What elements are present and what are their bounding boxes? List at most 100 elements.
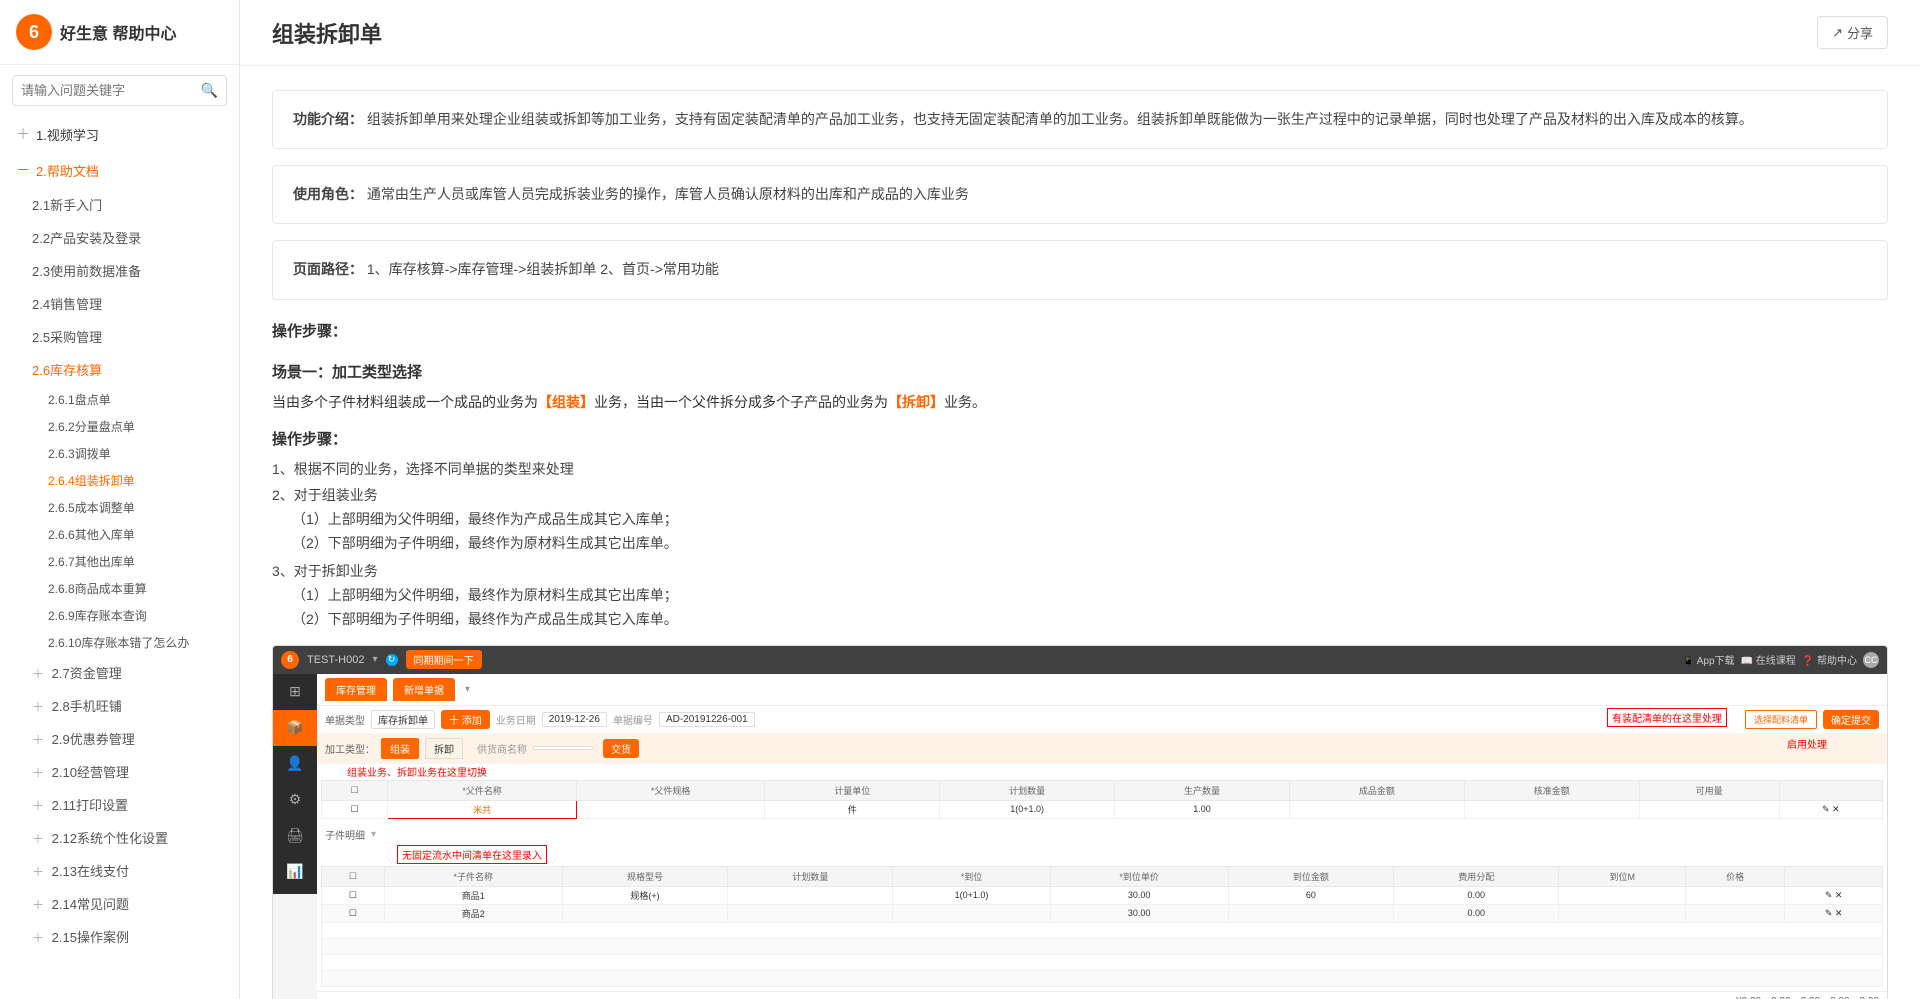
- sidebar-item-2-3[interactable]: 2.3使用前数据准备: [0, 254, 239, 287]
- mock-type-disassemble[interactable]: 拆卸: [425, 738, 463, 759]
- mock-parent-row1-unit: 件: [765, 800, 940, 818]
- mock-logo: 6: [281, 651, 299, 669]
- sidebar-item-2-6-9[interactable]: 2.6.9库存账本查询: [0, 602, 239, 629]
- mock-child-row-3: [322, 922, 1883, 938]
- mock-sidebar: ⊞ 📦 👤 ⚙ 🖨 📊: [273, 674, 317, 894]
- sidebar-item-1[interactable]: ＋ 1.视频学习: [0, 116, 239, 152]
- intro-label-1: 功能介绍：: [293, 111, 363, 127]
- mock-type-assemble[interactable]: 组装: [381, 738, 419, 759]
- sidebar-item-2-4[interactable]: 2.4销售管理: [0, 287, 239, 320]
- mock-parent-col-prod-amt: 成品金额: [1289, 780, 1464, 800]
- sidebar-item-2-9[interactable]: ＋ 2.9优惠券管理: [0, 722, 239, 755]
- mock-child-row-4: [322, 938, 1883, 954]
- sidebar-item-2-6-6[interactable]: 2.6.6其他入库单: [0, 521, 239, 548]
- mock-doctype-value[interactable]: 库存拆卸单: [371, 710, 435, 729]
- mock-icon-app: 📱 App下载: [1682, 652, 1734, 668]
- mock-process-btn[interactable]: 选择配料清单: [1745, 710, 1817, 729]
- mock-parent-col-avail: 可用量: [1639, 780, 1779, 800]
- mock-topbar: 6 TEST-H002 ▾ ↻ 同期期间一下 📱 App下载 📖 在线课程 ❓ …: [273, 646, 1887, 674]
- search-bar[interactable]: 🔍: [12, 75, 227, 106]
- content-area: 功能介绍： 组装拆卸单用来处理企业组装或拆卸等加工业务，支持有固定装配清单的产品…: [240, 66, 1920, 999]
- sidebar-item-label-1: 1.视频学习: [36, 125, 99, 144]
- sidebar-item-2-12[interactable]: ＋ 2.12系统个性化设置: [0, 821, 239, 854]
- sidebar-item-2-14[interactable]: ＋ 2.14常见问题: [0, 887, 239, 920]
- sidebar-item-2-13[interactable]: ＋ 2.13在线支付: [0, 854, 239, 887]
- mock-parent-col-action: [1779, 780, 1882, 800]
- mock-child-col-plan: 计划数量: [728, 866, 893, 886]
- scenario-desc: 当由多个子件材料组装成一个成品的业务为【组装】业务，当由一个父件拆分成多个子产品…: [272, 392, 1888, 412]
- sidebar-item-2-11[interactable]: ＋ 2.11打印设置: [0, 788, 239, 821]
- intro-block-3: 页面路径： 1、库存核算->库存管理->组装拆卸单 2、首页->常用功能: [272, 240, 1888, 299]
- annotation-available: 启用处理: [1787, 736, 1827, 751]
- mock-child-row-5: [322, 954, 1883, 970]
- mock-tab-inventory[interactable]: 库存管理: [325, 678, 387, 701]
- sidebar-item-2-5[interactable]: 2.5采购管理: [0, 320, 239, 353]
- disassemble-step-2: （2）下部明细为子件明细，最终作为产成品生成其它入库单。: [292, 609, 1888, 629]
- sidebar-item-2-10[interactable]: ＋ 2.10经营管理: [0, 755, 239, 788]
- sidebar-item-2-6-3[interactable]: 2.6.3调拨单: [0, 440, 239, 467]
- sidebar-item-2-6-10[interactable]: 2.6.10库存账本错了怎么办: [0, 629, 239, 656]
- mock-sidebar-icon-inventory: 📦: [273, 710, 317, 746]
- mock-stock-value[interactable]: [533, 746, 593, 750]
- mock-parent-row1-check[interactable]: ☐: [322, 800, 388, 818]
- sidebar-item-2-6-2[interactable]: 2.6.2分量盘点单: [0, 413, 239, 440]
- mock-add-btn[interactable]: 十 添加: [441, 710, 490, 729]
- nav-section: ＋ 1.视频学习 － 2.帮助文档 2.1新手入门 2.2产品安装及登录 2.3…: [0, 116, 239, 961]
- sidebar-item-2-6-5[interactable]: 2.6.5成本调整单: [0, 494, 239, 521]
- operation-title: 操作步骤：: [272, 320, 1888, 341]
- sidebar-item-2-15[interactable]: ＋ 2.15操作案例: [0, 920, 239, 953]
- expand-icon-2-8: ＋: [32, 700, 44, 714]
- mock-docno-label: 单据编号: [613, 712, 653, 727]
- sidebar-item-2-2[interactable]: 2.2产品安装及登录: [0, 221, 239, 254]
- mock-child-row-6: [322, 970, 1883, 986]
- mock-period-btn[interactable]: 同期期间一下: [406, 650, 482, 669]
- logo-icon: 6: [16, 14, 52, 50]
- mock-submit-btn[interactable]: 确定提交: [1823, 710, 1879, 729]
- mock-parent-row1-check: [1464, 800, 1639, 818]
- mock-parent-row1-name: 米共: [388, 800, 576, 818]
- mock-total-4: 0.00: [1801, 996, 1820, 999]
- sidebar-item-2-1[interactable]: 2.1新手入门: [0, 188, 239, 221]
- sidebar-item-2-6-4[interactable]: 2.6.4组装拆卸单: [0, 467, 239, 494]
- sidebar: 6 好生意 帮助中心 🔍 ＋ 1.视频学习 － 2.帮助文档 2.1新手入门 2…: [0, 0, 240, 999]
- sidebar-item-2-6-1[interactable]: 2.6.1盘点单: [0, 386, 239, 413]
- mock-tab-new[interactable]: 新增单据: [393, 678, 455, 701]
- mock-refresh-icon: ↻: [386, 654, 398, 666]
- mock-company: TEST-H002: [307, 654, 364, 666]
- mock-body: ⊞ 📦 👤 ⚙ 🖨 📊 库存管理 新增单据 ▾: [273, 674, 1887, 999]
- sidebar-item-2[interactable]: － 2.帮助文档: [0, 152, 239, 188]
- mock-topbar-icons: 📱 App下载 📖 在线课程 ❓ 帮助中心 CC: [1682, 652, 1879, 668]
- intro-block-1: 功能介绍： 组装拆卸单用来处理企业组装或拆卸等加工业务，支持有固定装配清单的产品…: [272, 90, 1888, 149]
- mock-sidebar-icon-settings: ⚙: [273, 782, 317, 818]
- search-icon[interactable]: 🔍: [201, 82, 218, 99]
- mock-form-row-1: 单据类型 库存拆卸单 十 添加 业务日期 2019-12-26 单据编号 AD-…: [317, 706, 1887, 734]
- mock-app: 6 TEST-H002 ▾ ↻ 同期期间一下 📱 App下载 📖 在线课程 ❓ …: [273, 646, 1887, 999]
- mock-child-col-check: ☐: [322, 866, 385, 886]
- mock-confirm-btn[interactable]: 交货: [603, 739, 639, 758]
- mock-docno-value[interactable]: AD-20191226-001: [659, 712, 755, 727]
- mock-date-value[interactable]: 2019-12-26: [542, 712, 607, 727]
- mock-dropdown-icon: ▾: [372, 654, 377, 665]
- mock-child-section: 子件明细 ▾ 无固定流水中间清单在这里录入: [317, 823, 1887, 846]
- mock-child-col-arrive: *到位: [893, 866, 1050, 886]
- mock-parent-col-check-amt: 核准金额: [1464, 780, 1639, 800]
- sidebar-item-2-6-7[interactable]: 2.6.7其他出库单: [0, 548, 239, 575]
- expand-icon-2: －: [16, 160, 30, 180]
- mock-tab-more: ▾: [465, 684, 470, 695]
- app-name: 好生意 帮助中心: [60, 20, 176, 44]
- assemble-steps: （1）上部明细为父件明细，最终作为产成品生成其它入库单； （2）下部明细为子件明…: [292, 509, 1888, 553]
- steps-title: 操作步骤：: [272, 428, 1888, 449]
- screenshot-container: 6 TEST-H002 ▾ ↻ 同期期间一下 📱 App下载 📖 在线课程 ❓ …: [272, 645, 1888, 999]
- mock-parent-row1-ops: ✎ ✕: [1779, 800, 1882, 818]
- mock-parent-table-container: ☐ *父件名称 *父件规格 计量单位 计划数量 生产数量 成品金额 核准金额 可: [317, 764, 1887, 823]
- expand-icon-1: ＋: [16, 124, 30, 144]
- sidebar-item-2-6-8[interactable]: 2.6.8商品成本重算: [0, 575, 239, 602]
- sidebar-item-2-8[interactable]: ＋ 2.8手机旺铺: [0, 689, 239, 722]
- mock-bottom-row: 合计 ¥0.00 0.00 0.00 0.00 0.00: [317, 991, 1887, 999]
- mock-child-col-arrm: 到位M: [1559, 866, 1686, 886]
- sidebar-item-2-6[interactable]: 2.6库存核算: [0, 353, 239, 386]
- search-input[interactable]: [21, 83, 201, 98]
- share-button[interactable]: ↗ 分享: [1817, 16, 1888, 49]
- mock-total-5: 0.00: [1830, 996, 1849, 999]
- sidebar-item-2-7[interactable]: ＋ 2.7资金管理: [0, 656, 239, 689]
